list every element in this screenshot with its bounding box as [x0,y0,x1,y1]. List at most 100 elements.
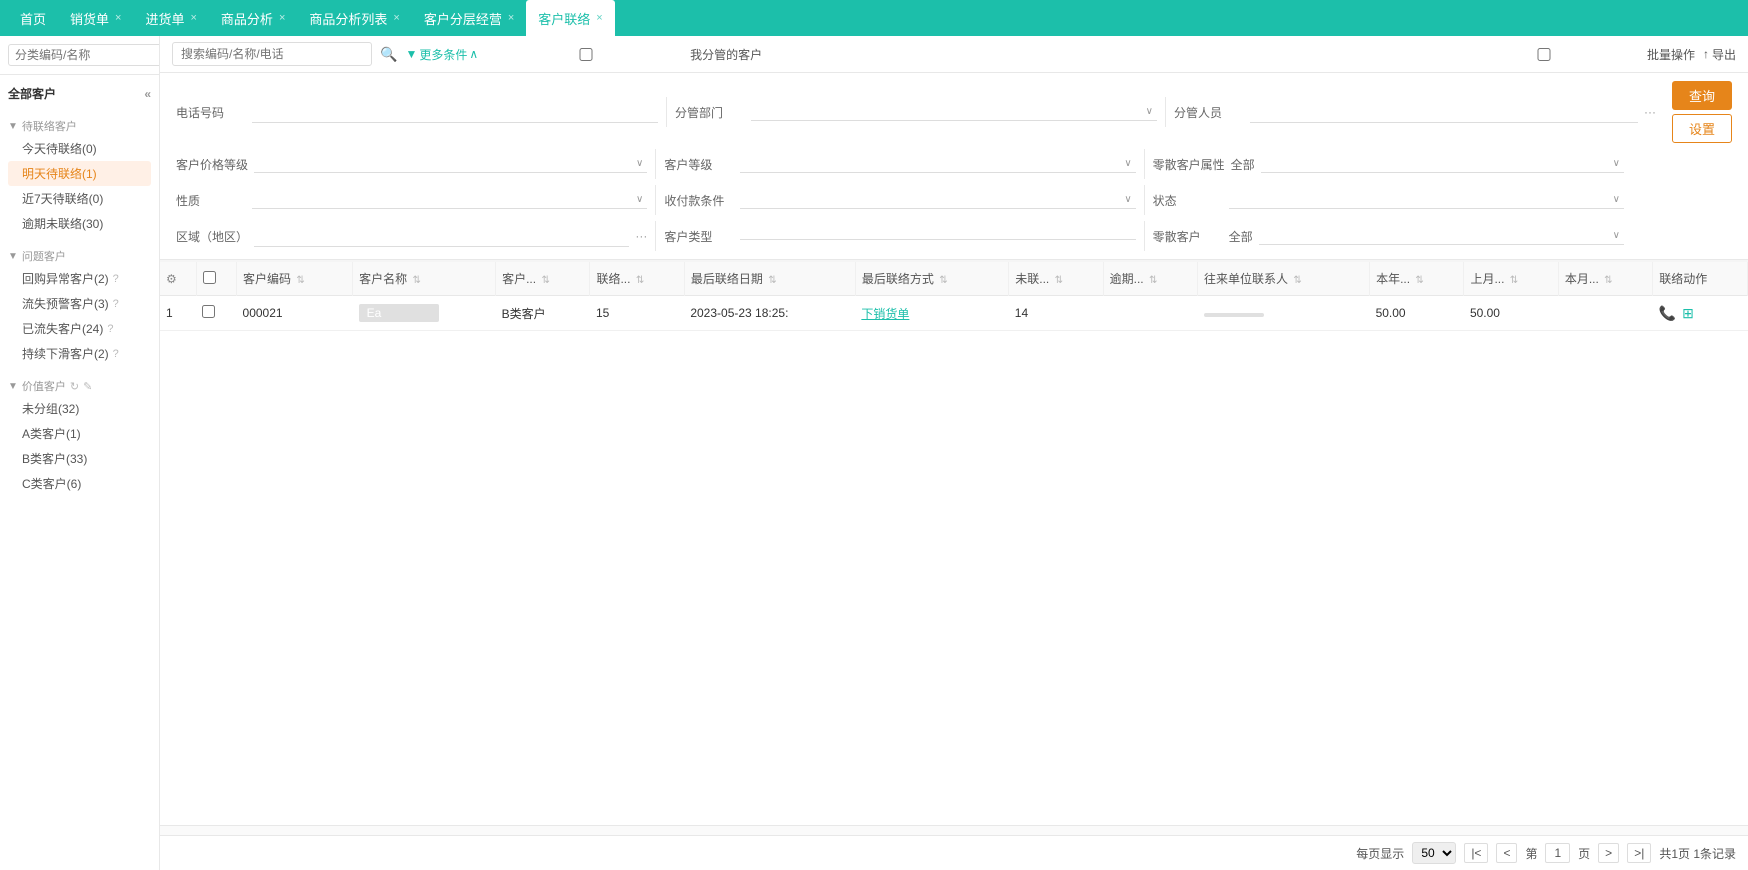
this-year-col-header[interactable]: 本年... ⇅ [1370,262,1464,296]
last-month-col-header[interactable]: 上月... ⇅ [1464,262,1558,296]
divider-2 [1165,97,1166,127]
this-year-sort-icon: ⇅ [1415,275,1423,286]
collapse-icon[interactable]: « [144,87,151,101]
action-icons-container: 📞 ⊞ [1659,305,1742,322]
filter-bar: 🔍 ▼ 更多条件 ∧ 我分管的客户 批量操作 ↑ 导出 [160,36,1748,73]
last-contact-method-col-header[interactable]: 最后联络方式 ⇅ [855,262,1008,296]
contact-count-col-header[interactable]: 联络... ⇅ [590,262,684,296]
gear-icon[interactable]: ⚙ [166,272,177,286]
person-input[interactable] [1250,102,1638,123]
top-navigation: 首页 销货单 × 进货单 × 商品分析 × 商品分析列表 × 客户分层经营 × … [0,0,1748,36]
phone-field: 电话号码 [176,102,658,123]
export-button[interactable]: ↑ 导出 [1703,46,1736,63]
next-page-button[interactable]: > [1598,843,1619,863]
row-code: 000021 [237,296,353,331]
bulk-op-checkbox[interactable] [1444,48,1644,61]
sidebar-item-ungrouped[interactable]: 未分组(32) [8,396,151,421]
customer-name-label: 客户名称 [359,272,407,286]
close-customer-tier-icon[interactable]: × [508,12,514,24]
edit-icon[interactable]: ✎ [83,380,92,393]
no-contact-label: 未联... [1015,272,1049,286]
sidebar-item-tomorrow-contact[interactable]: 明天待联络(1) [8,161,151,186]
contact-count-sort-icon: ⇅ [636,275,644,286]
close-customer-contact-icon[interactable]: × [596,12,602,24]
last-contact-date-col-header[interactable]: 最后联络日期 ⇅ [684,262,855,296]
first-page-button[interactable]: |< [1464,843,1488,863]
prev-page-button[interactable]: < [1496,843,1517,863]
sidebar-item-continuous-decline[interactable]: 持续下滑客户(2) ? [8,341,151,366]
row-contact-count: 15 [590,296,684,331]
retail-attr-chevron-icon: ∨ [1613,158,1620,169]
payment-dropdown[interactable]: ∨ [740,191,1135,209]
sidebar-item-repurchase-abnormal[interactable]: 回购异常客户(2) ? [8,266,151,291]
page-size-select[interactable]: 50 [1412,842,1456,864]
region-ellipsis-icon[interactable]: ··· [635,229,647,243]
bottom-scroll[interactable] [160,825,1748,835]
nav-product-analysis[interactable]: 商品分析 × [209,0,297,36]
row-checkbox[interactable] [202,305,215,318]
refresh-icon[interactable]: ↻ [70,380,79,393]
customer-code-col-header[interactable]: 客户编码 ⇅ [237,262,353,296]
sidebar-search-container: 🔍 [0,36,159,75]
bulk-operation-button[interactable]: 批量操作 [1444,46,1695,63]
close-product-analysis-icon[interactable]: × [279,12,285,24]
sidebar-item-losing-customers[interactable]: 流失预警客户(3) ? [8,291,151,316]
close-purchase-order-icon[interactable]: × [190,12,196,24]
grid-action-icon[interactable]: ⊞ [1682,305,1694,322]
row-contact-person [1198,296,1370,331]
retail-customer-dropdown[interactable]: ∨ [1259,227,1624,245]
nav-home[interactable]: 首页 [8,0,58,36]
divider-5 [655,185,656,215]
search-input[interactable] [172,42,372,66]
last-page-button[interactable]: >| [1627,843,1651,863]
my-customer-checkbox[interactable] [486,48,686,61]
sidebar-item-class-c[interactable]: C类客户(6) [8,471,151,496]
sidebar-search-input[interactable] [8,44,160,66]
nav-purchase-order[interactable]: 进货单 × [133,0,208,36]
nav-sales-order[interactable]: 销货单 × [58,0,133,36]
retail-customer-chevron-icon: ∨ [1613,230,1620,241]
query-button[interactable]: 查询 [1672,81,1732,110]
no-contact-col-header[interactable]: 未联... ⇅ [1009,262,1103,296]
row-last-method: 下销货单 [855,296,1008,331]
my-customer-checkbox-container[interactable]: 我分管的客户 [486,46,762,63]
nav-customer-tier[interactable]: 客户分层经营 × [412,0,526,36]
sidebar-item-class-a[interactable]: A类客户(1) [8,421,151,446]
sidebar-item-overdue-contact[interactable]: 逾期未联络(30) [8,211,151,236]
phone-action-icon[interactable]: 📞 [1659,305,1676,322]
customer-code-label: 客户编码 [243,272,291,286]
pagination: 每页显示 50 |< < 第 1 页 > >| 共1页 1条记录 [160,835,1748,870]
dept-dropdown[interactable]: ∨ [751,103,1157,121]
price-level-dropdown[interactable]: ∨ [254,155,647,173]
customer-level-dropdown[interactable]: ∨ [740,155,1135,173]
person-field: 分管人员 ··· [1174,102,1656,123]
close-product-analysis-list-icon[interactable]: × [393,12,399,24]
sidebar-item-today-contact[interactable]: 今天待联络(0) [8,136,151,161]
overdue-col-header[interactable]: 逾期... ⇅ [1103,262,1197,296]
customer-type-col-header[interactable]: 客户... ⇅ [496,262,590,296]
row-last-method-link[interactable]: 下销货单 [861,307,909,321]
close-sales-order-icon[interactable]: × [115,12,121,24]
search-button[interactable]: 🔍 [380,46,397,63]
set-button[interactable]: 设置 [1672,114,1732,143]
retail-attr-dropdown[interactable]: ∨ [1261,155,1624,173]
more-conditions-button[interactable]: ▼ 更多条件 ∧ [405,46,478,63]
nav-customer-contact[interactable]: 客户联络 × [526,0,614,36]
phone-input[interactable] [252,102,658,123]
export-icon: ↑ [1703,47,1709,61]
customer-type-dropdown[interactable] [740,233,1135,240]
customer-name-col-header[interactable]: 客户名称 ⇅ [353,262,496,296]
select-all-checkbox[interactable] [203,271,216,284]
this-month-col-header[interactable]: 本月... ⇅ [1558,262,1652,296]
person-ellipsis-icon[interactable]: ··· [1644,105,1656,119]
status-dropdown[interactable]: ∨ [1229,191,1624,209]
sidebar-item-week-contact[interactable]: 近7天待联络(0) [8,186,151,211]
checkbox-col-header [196,262,236,296]
region-input[interactable] [254,226,629,247]
sidebar-item-class-b[interactable]: B类客户(33) [8,446,151,471]
all-customers-header: 全部客户 « [8,81,151,106]
contact-person-col-header[interactable]: 往来单位联系人 ⇅ [1198,262,1370,296]
gender-dropdown[interactable]: ∨ [252,191,647,209]
nav-product-analysis-list[interactable]: 商品分析列表 × [297,0,411,36]
sidebar-item-lost-customers[interactable]: 已流失客户(24) ? [8,316,151,341]
